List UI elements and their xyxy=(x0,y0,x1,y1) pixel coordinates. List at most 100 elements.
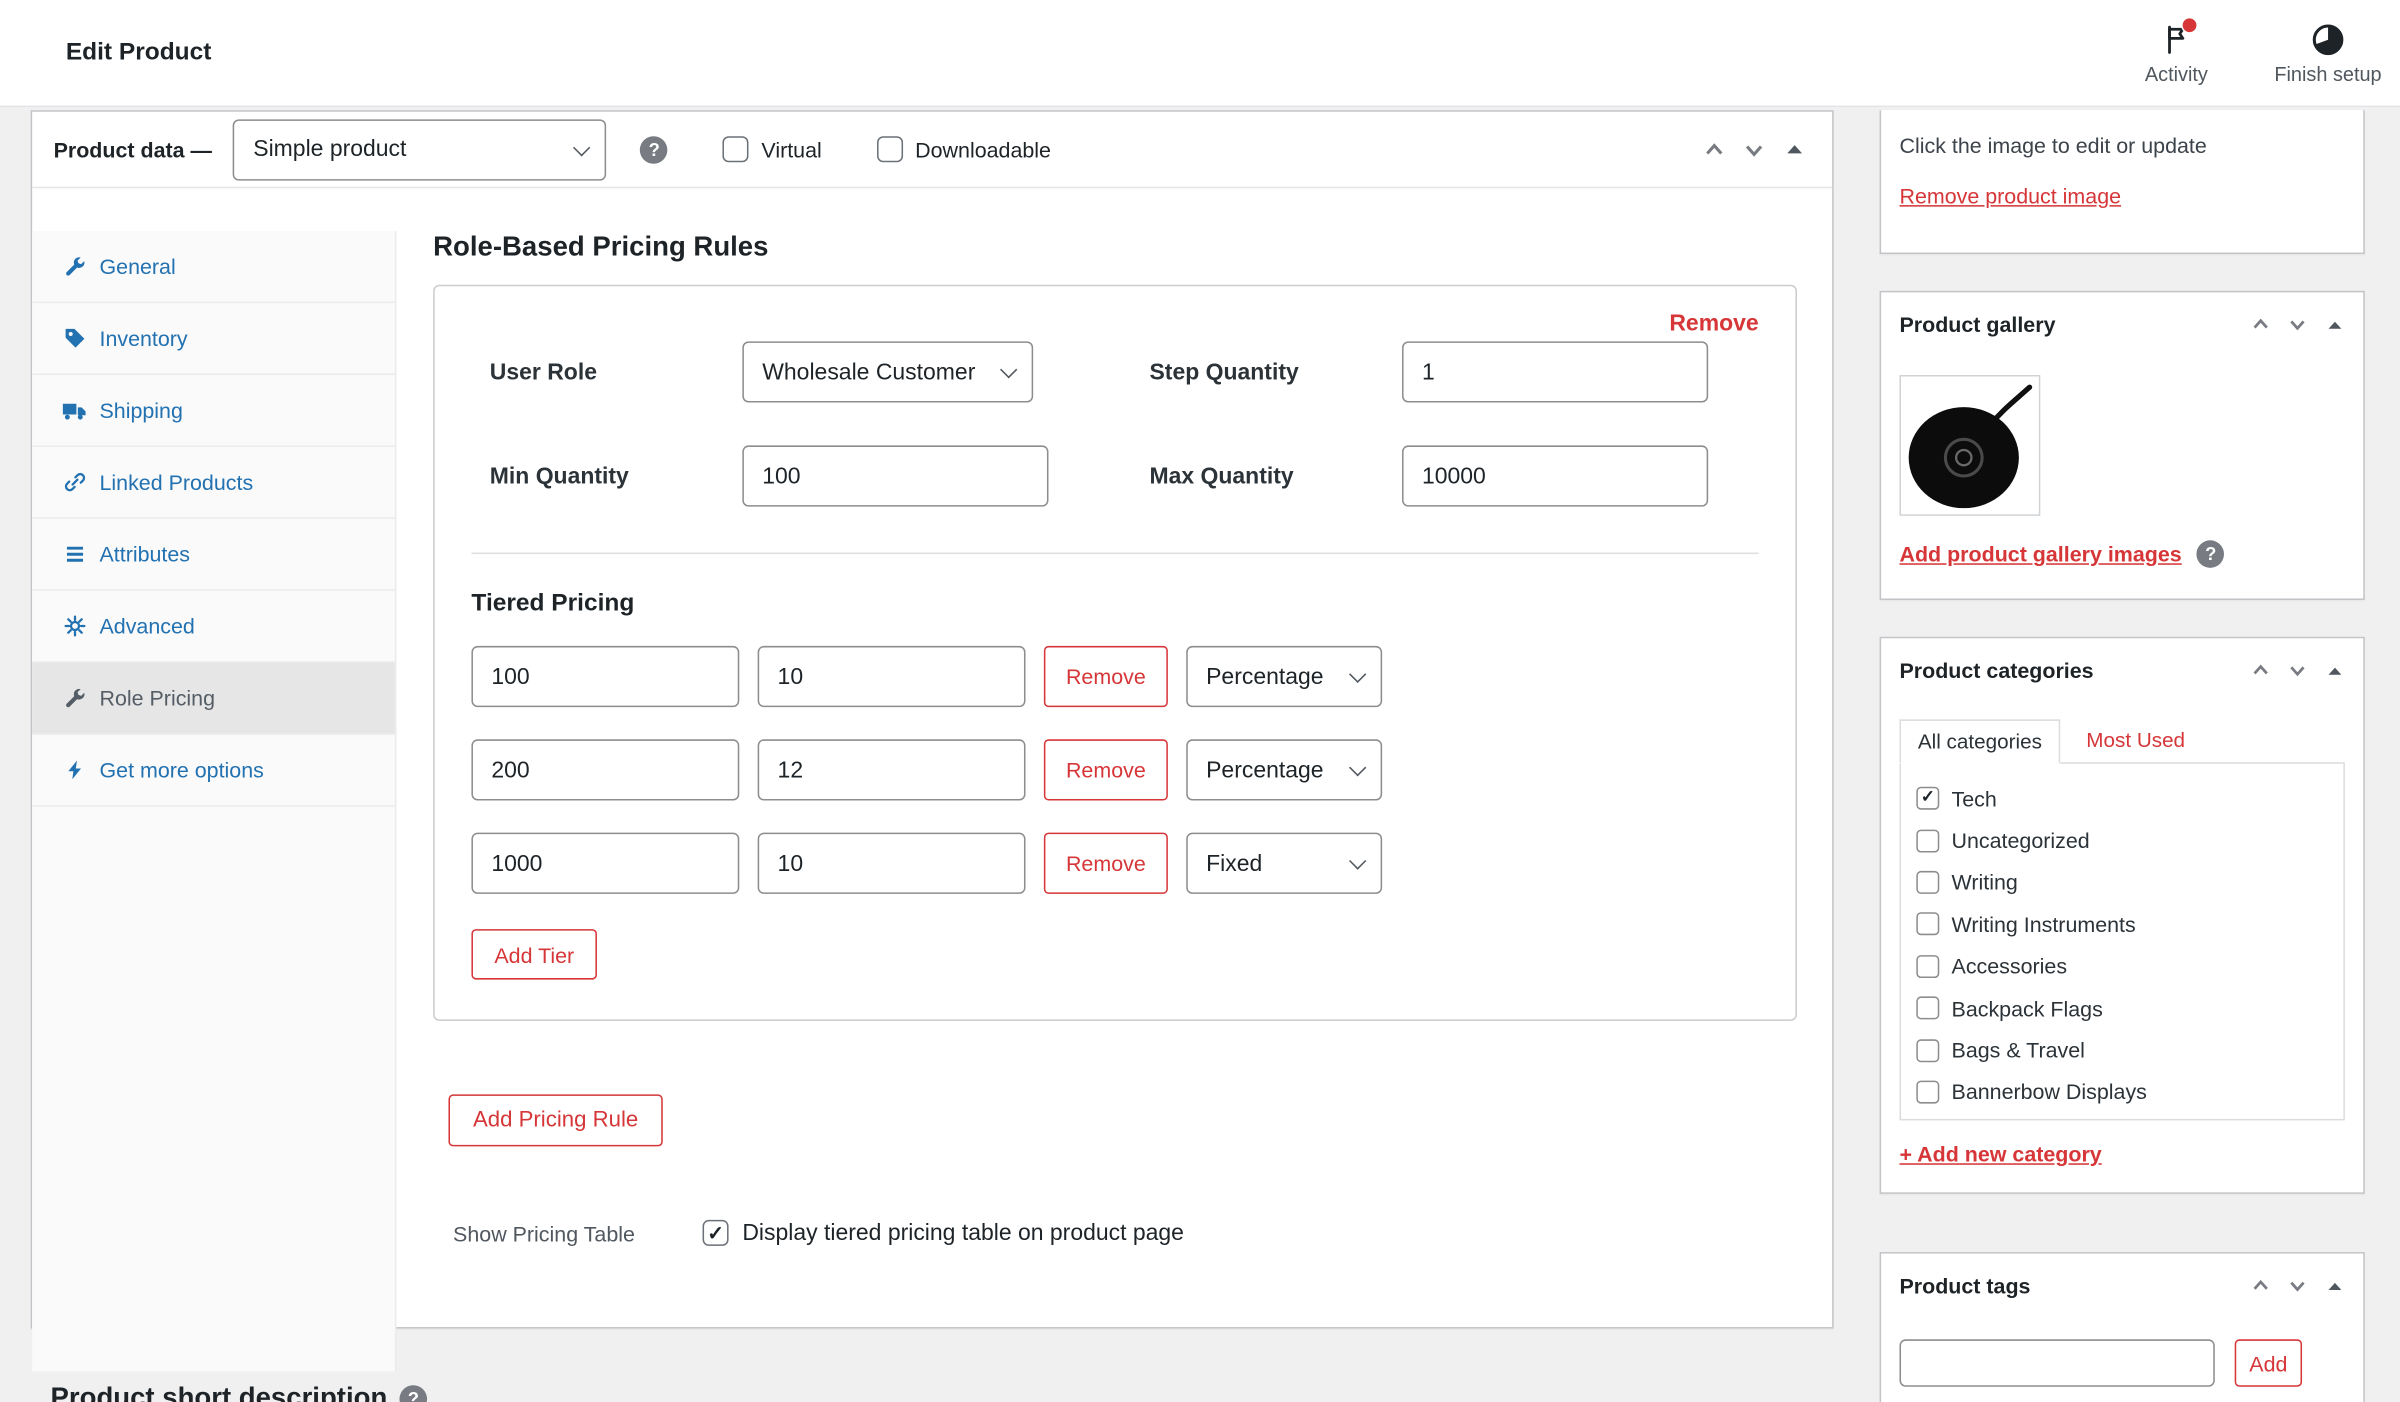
tier-amount-input[interactable] xyxy=(758,833,1026,894)
tier-qty-input[interactable] xyxy=(471,646,739,707)
category-checkbox[interactable] xyxy=(1916,913,1939,936)
product-gallery-panel: Product gallery xyxy=(1880,291,2365,600)
move-up-button[interactable] xyxy=(2244,1269,2278,1303)
category-checkbox[interactable] xyxy=(1916,955,1939,978)
product-type-select[interactable]: Simple product xyxy=(233,119,606,180)
display-table-checkbox[interactable]: ✓ xyxy=(703,1220,729,1246)
collapse-toggle-button[interactable] xyxy=(1777,132,1811,166)
list-icon xyxy=(63,543,86,566)
tier-qty-input[interactable] xyxy=(471,739,739,800)
move-up-button[interactable] xyxy=(1697,132,1731,166)
remove-product-image-link[interactable]: Remove product image xyxy=(1899,184,2121,208)
tier-remove-button[interactable]: Remove xyxy=(1044,739,1168,800)
gallery-help-icon[interactable]: ? xyxy=(2197,540,2225,568)
chevron-down-icon xyxy=(1000,361,1017,378)
product-type-help-icon[interactable]: ? xyxy=(641,135,669,163)
tab-inventory[interactable]: Inventory xyxy=(32,303,395,375)
max-quantity-label: Max Quantity xyxy=(1131,463,1402,489)
tier-type-select[interactable]: Fixed xyxy=(1186,833,1382,894)
tier-type-value: Percentage xyxy=(1206,664,1323,690)
virtual-label: Virtual xyxy=(761,137,821,161)
tags-header: Product tags xyxy=(1881,1254,2363,1318)
pricing-rule-card: Remove User Role Wholesale Customer Step… xyxy=(433,285,1797,1021)
product-data-panel: Product data — Simple product ? Virtual … xyxy=(31,110,1834,1328)
tier-qty-input[interactable] xyxy=(471,833,739,894)
category-checkbox[interactable] xyxy=(1916,997,1939,1020)
category-label: Backpack Flags xyxy=(1952,996,2103,1020)
tab-role-pricing[interactable]: Role Pricing xyxy=(32,663,395,735)
tab-shipping[interactable]: Shipping xyxy=(32,375,395,447)
tab-general[interactable]: General xyxy=(32,231,395,303)
short-description-help-icon[interactable]: ? xyxy=(400,1384,428,1402)
categories-header: Product categories xyxy=(1881,638,2363,702)
tag-icon xyxy=(63,327,86,350)
category-checkbox[interactable] xyxy=(1916,829,1939,852)
min-quantity-input[interactable] xyxy=(742,445,1048,506)
max-quantity-input[interactable] xyxy=(1402,445,1708,506)
tab-get-more-options[interactable]: Get more options xyxy=(32,735,395,807)
move-down-button[interactable] xyxy=(2281,654,2315,688)
tab-all-categories[interactable]: All categories xyxy=(1899,719,2060,763)
move-down-button[interactable] xyxy=(1737,132,1771,166)
chevron-down-icon xyxy=(574,138,591,155)
notification-dot xyxy=(2181,17,2198,34)
tier-remove-button[interactable]: Remove xyxy=(1044,833,1168,894)
category-checkbox[interactable] xyxy=(1916,1039,1939,1062)
topbar-actions: Activity Finish setup xyxy=(2130,20,2400,86)
panel-controls xyxy=(1697,132,1810,166)
add-gallery-images-link[interactable]: Add product gallery images xyxy=(1899,542,2181,566)
collapse-toggle-button[interactable] xyxy=(2317,308,2351,342)
role-pricing-panel: Role-Based Pricing Rules Remove User Rol… xyxy=(398,231,1832,1292)
gallery-body: Add product gallery images ? xyxy=(1881,357,2363,568)
downloadable-label: Downloadable xyxy=(915,137,1051,161)
product-data-tabs: General Inventory Shipping xyxy=(32,231,396,1371)
tab-label: General xyxy=(99,254,175,278)
tier-type-value: Percentage xyxy=(1206,757,1323,783)
move-down-button[interactable] xyxy=(2281,308,2315,342)
flag-icon xyxy=(2156,20,2196,60)
user-role-select[interactable]: Wholesale Customer xyxy=(742,341,1033,402)
tier-type-select[interactable]: Percentage xyxy=(1186,739,1382,800)
add-tier-button[interactable]: Add Tier xyxy=(471,929,597,980)
product-data-header: Product data — Simple product ? Virtual … xyxy=(32,112,1832,189)
wrench-icon xyxy=(63,255,86,278)
tier-amount-input[interactable] xyxy=(758,646,1026,707)
tab-linked-products[interactable]: Linked Products xyxy=(32,447,395,519)
move-up-button[interactable] xyxy=(2244,654,2278,688)
collapse-toggle-button[interactable] xyxy=(2317,1269,2351,1303)
category-label: Bags & Travel xyxy=(1952,1038,2085,1062)
tier-type-select[interactable]: Percentage xyxy=(1186,646,1382,707)
categories-list[interactable]: ✓ Tech Uncategorized Writing Writing Ins… xyxy=(1899,762,2344,1120)
move-down-button[interactable] xyxy=(2281,1269,2315,1303)
add-pricing-rule-button[interactable]: Add Pricing Rule xyxy=(448,1094,662,1146)
tier-amount-input[interactable] xyxy=(758,739,1026,800)
add-new-category-link[interactable]: + Add new category xyxy=(1899,1142,2101,1166)
remove-rule-link[interactable]: Remove xyxy=(1669,311,1758,337)
category-checkbox[interactable] xyxy=(1916,871,1939,894)
gallery-header: Product gallery xyxy=(1881,292,2363,356)
gallery-image-thumbnail[interactable] xyxy=(1899,375,2040,516)
tab-attributes[interactable]: Attributes xyxy=(32,519,395,591)
add-tag-button[interactable]: Add xyxy=(2235,1339,2302,1386)
tab-label: Linked Products xyxy=(99,470,253,494)
collapse-toggle-button[interactable] xyxy=(2317,654,2351,688)
category-item: Backpack Flags xyxy=(1916,987,2343,1029)
downloadable-checkbox[interactable] xyxy=(877,136,903,162)
tab-most-used[interactable]: Most Used xyxy=(2086,729,2185,763)
tier-remove-button[interactable]: Remove xyxy=(1044,646,1168,707)
category-checkbox[interactable] xyxy=(1916,1080,1939,1103)
user-role-label: User Role xyxy=(471,359,742,385)
chevron-down-icon xyxy=(1349,759,1366,776)
virtual-checkbox[interactable] xyxy=(723,136,749,162)
category-label: Accessories xyxy=(1952,954,2068,978)
move-up-button[interactable] xyxy=(2244,308,2278,342)
category-checkbox[interactable]: ✓ xyxy=(1916,787,1939,810)
tag-input[interactable] xyxy=(1899,1339,2214,1386)
step-quantity-input[interactable] xyxy=(1402,341,1708,402)
activity-button[interactable]: Activity xyxy=(2130,20,2222,86)
tiered-pricing-heading: Tiered Pricing xyxy=(471,591,1758,619)
product-data-body: General Inventory Shipping xyxy=(32,231,1832,1371)
finish-setup-button[interactable]: Finish setup xyxy=(2274,20,2381,86)
screen: Edit Product Activity xyxy=(0,0,2400,1402)
tab-advanced[interactable]: Advanced xyxy=(32,591,395,663)
